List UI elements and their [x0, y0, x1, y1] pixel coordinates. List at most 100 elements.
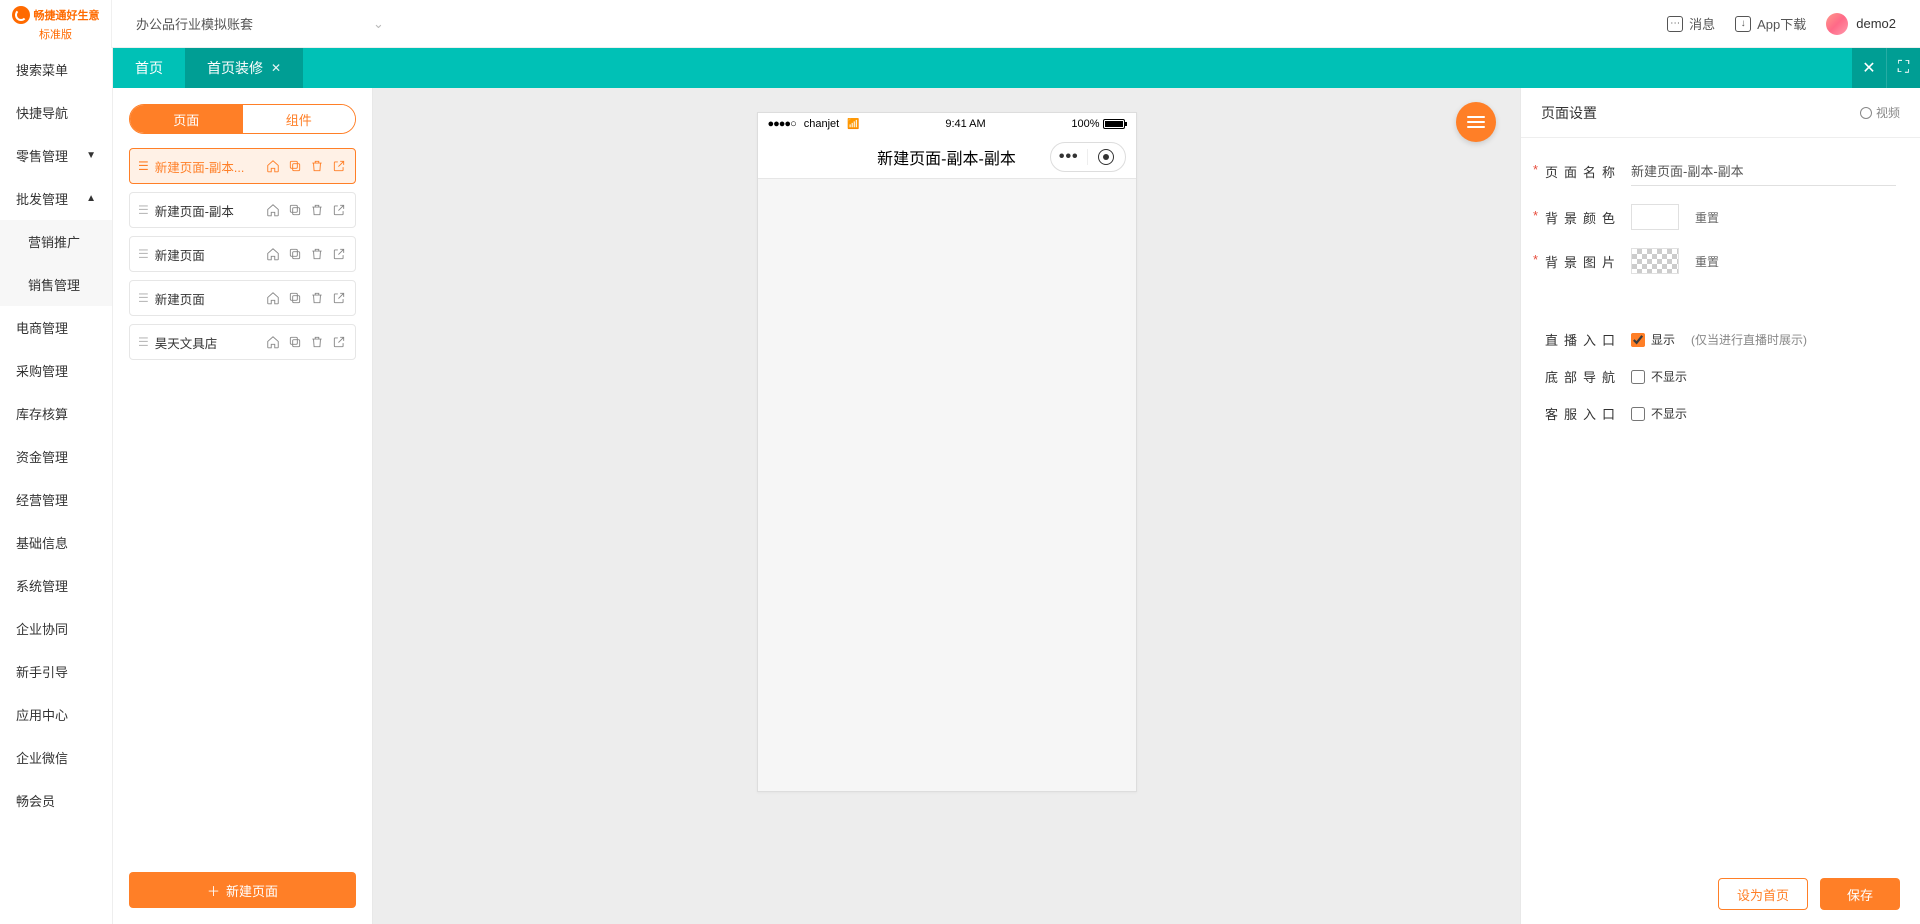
avatar — [1826, 13, 1848, 35]
page-list-item-4[interactable]: ☰昊天文具店 — [129, 324, 356, 360]
drag-icon: ☰ — [138, 247, 149, 261]
set-home-button[interactable]: 设为首页 — [1718, 878, 1808, 910]
leftnav-item-6[interactable]: 库存核算 — [0, 392, 112, 435]
trash-icon[interactable] — [309, 246, 325, 262]
settings-title: 页面设置 — [1541, 103, 1597, 123]
leftnav-item-12[interactable]: 新手引导 — [0, 650, 112, 693]
home-icon[interactable] — [265, 246, 281, 262]
bg-color-reset[interactable]: 重置 — [1695, 209, 1719, 226]
miniprogram-more-button[interactable]: ••• — [1051, 148, 1088, 166]
segment-component[interactable]: 组件 — [243, 105, 356, 133]
page-list-item-0[interactable]: ☰新建页面-副本... — [129, 148, 356, 184]
plus-icon: ＋ — [207, 881, 220, 900]
fab-menu-button[interactable] — [1456, 102, 1496, 142]
user-menu[interactable]: demo2 — [1826, 13, 1896, 35]
miniprogram-actions: ••• — [1050, 142, 1126, 172]
miniprogram-close-button[interactable] — [1087, 149, 1125, 165]
copy-icon[interactable] — [287, 246, 303, 262]
tab-1[interactable]: 首页装修✕ — [185, 48, 303, 88]
page-panel: 页面 组件 ☰新建页面-副本...☰新建页面-副本☰新建页面☰新建页面☰昊天文具… — [113, 88, 373, 924]
new-page-label: 新建页面 — [226, 881, 278, 900]
phone-time: 9:41 AM — [945, 118, 985, 130]
leftnav-subitem-3-1[interactable]: 销售管理 — [0, 263, 112, 306]
drag-icon: ☰ — [138, 291, 149, 305]
trash-icon[interactable] — [309, 334, 325, 350]
external-icon[interactable] — [331, 158, 347, 174]
messages-link[interactable]: ⋯ 消息 — [1667, 14, 1715, 33]
page-name-input[interactable] — [1631, 156, 1896, 186]
account-selector-label: 办公品行业模拟账套 — [136, 14, 253, 33]
segment-page[interactable]: 页面 — [130, 105, 243, 133]
save-button[interactable]: 保存 — [1820, 878, 1900, 910]
leftnav-item-4[interactable]: 电商管理 — [0, 306, 112, 349]
drag-icon: ☰ — [138, 159, 149, 173]
home-icon[interactable] — [265, 202, 281, 218]
video-link[interactable]: 视频 — [1860, 104, 1900, 121]
leftnav-item-1[interactable]: 快捷导航 — [0, 91, 112, 134]
tab-close-all-button[interactable]: ✕ — [1852, 48, 1886, 88]
canvas: ●●●●○ chanjet 9:41 AM 100% 新建页面-副本-副本 — [373, 88, 1520, 924]
external-icon[interactable] — [331, 334, 347, 350]
leftnav-item-7[interactable]: 资金管理 — [0, 435, 112, 478]
drag-icon: ☰ — [138, 335, 149, 349]
app-download-link[interactable]: ↓ App下载 — [1735, 14, 1806, 33]
copy-icon[interactable] — [287, 202, 303, 218]
live-entry-hint: (仅当进行直播时展示) — [1691, 331, 1807, 348]
chevron-down-icon: ▼ — [86, 150, 96, 161]
page-list-item-2[interactable]: ☰新建页面 — [129, 236, 356, 272]
external-icon[interactable] — [331, 246, 347, 262]
bg-image-reset[interactable]: 重置 — [1695, 253, 1719, 270]
account-selector[interactable]: 办公品行业模拟账套 ⌄ — [136, 14, 384, 33]
trash-icon[interactable] — [309, 202, 325, 218]
service-entry-checkbox[interactable]: 不显示 — [1631, 405, 1687, 422]
leftnav-item-13[interactable]: 应用中心 — [0, 693, 112, 736]
home-icon[interactable] — [265, 158, 281, 174]
bg-color-swatch[interactable] — [1631, 204, 1679, 230]
external-icon[interactable] — [331, 290, 347, 306]
brand-sub: 标准版 — [39, 26, 72, 42]
leftnav-item-5[interactable]: 采购管理 — [0, 349, 112, 392]
leftnav-subitem-3-0[interactable]: 营销推广 — [0, 220, 112, 263]
fullscreen-button[interactable]: ⛶ — [1886, 48, 1920, 88]
leftnav-item-9[interactable]: 基础信息 — [0, 521, 112, 564]
phone-status-bar: ●●●●○ chanjet 9:41 AM 100% — [758, 113, 1136, 135]
copy-icon[interactable] — [287, 334, 303, 350]
phone-title: 新建页面-副本-副本 — [877, 145, 1016, 169]
tab-0[interactable]: 首页 — [113, 48, 185, 88]
leftnav: 搜索菜单快捷导航零售管理▼批发管理▲营销推广销售管理电商管理采购管理库存核算资金… — [0, 48, 112, 924]
bg-image-label: 背景图片 — [1545, 252, 1615, 271]
leftnav-item-15[interactable]: 畅会员 — [0, 779, 112, 822]
service-entry-label: 客服入口 — [1545, 404, 1615, 423]
brand: 畅捷通好生意 标准版 — [0, 0, 112, 48]
new-page-button[interactable]: ＋ 新建页面 — [129, 872, 356, 908]
leftnav-item-8[interactable]: 经营管理 — [0, 478, 112, 521]
page-list-item-3[interactable]: ☰新建页面 — [129, 280, 356, 316]
copy-icon[interactable] — [287, 290, 303, 306]
bg-image-swatch[interactable] — [1631, 248, 1679, 274]
messages-icon: ⋯ — [1667, 16, 1683, 32]
leftnav-item-0[interactable]: 搜索菜单 — [0, 48, 112, 91]
copy-icon[interactable] — [287, 158, 303, 174]
home-icon[interactable] — [265, 334, 281, 350]
phone-preview: ●●●●○ chanjet 9:41 AM 100% 新建页面-副本-副本 — [757, 112, 1137, 792]
live-entry-label: 直播入口 — [1545, 330, 1615, 349]
live-entry-checkbox[interactable]: 显示 — [1631, 331, 1675, 348]
close-icon[interactable]: ✕ — [271, 61, 281, 75]
trash-icon[interactable] — [309, 290, 325, 306]
leftnav-item-2[interactable]: 零售管理▼ — [0, 134, 112, 177]
wifi-icon — [847, 118, 859, 130]
leftnav-item-3[interactable]: 批发管理▲ — [0, 177, 112, 220]
leftnav-item-14[interactable]: 企业微信 — [0, 736, 112, 779]
carrier: chanjet — [804, 118, 839, 130]
trash-icon[interactable] — [309, 158, 325, 174]
tabstrip: 首页首页装修✕ ✕ ⛶ — [113, 48, 1920, 88]
download-icon: ↓ — [1735, 16, 1751, 32]
signal-icon: ●●●●○ — [768, 118, 796, 130]
leftnav-item-11[interactable]: 企业协同 — [0, 607, 112, 650]
phone-title-bar: 新建页面-副本-副本 ••• — [758, 135, 1136, 179]
page-list-item-1[interactable]: ☰新建页面-副本 — [129, 192, 356, 228]
home-icon[interactable] — [265, 290, 281, 306]
bottom-nav-checkbox[interactable]: 不显示 — [1631, 368, 1687, 385]
external-icon[interactable] — [331, 202, 347, 218]
leftnav-item-10[interactable]: 系统管理 — [0, 564, 112, 607]
